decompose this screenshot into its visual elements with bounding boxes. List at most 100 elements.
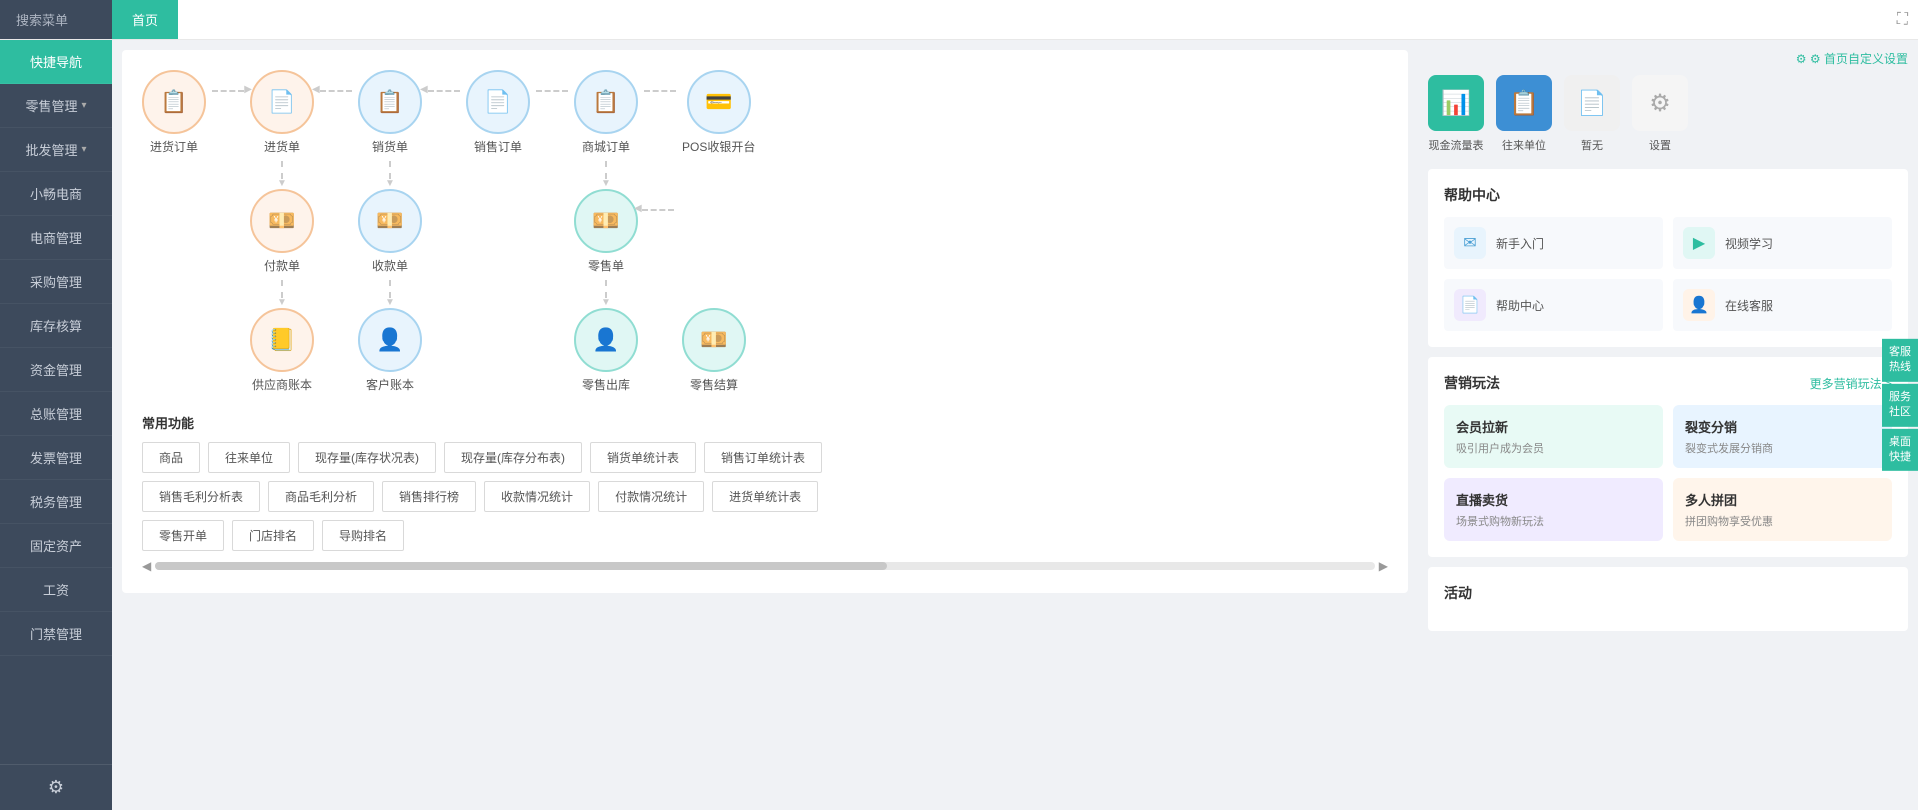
func-buttons-row2: 销售毛利分析表 商品毛利分析 销售排行榜 收款情况统计 付款情况统计 进货单统计… bbox=[142, 481, 1388, 512]
fullscreen-button[interactable]: ⛶ bbox=[1887, 11, 1918, 29]
cashflow-icon: 📊 bbox=[1428, 75, 1484, 131]
func-btn-contacts[interactable]: 往来单位 bbox=[208, 442, 290, 473]
sidebar-item-tax[interactable]: 税务管理 bbox=[0, 480, 112, 524]
help-item-beginner[interactable]: ✉ 新手入门 bbox=[1444, 217, 1663, 269]
empty-icon: 📄 bbox=[1564, 75, 1620, 131]
customize-header[interactable]: ⚙ ⚙ 首页自定义设置 bbox=[1428, 50, 1908, 67]
marketing-item-member[interactable]: 会员拉新 吸引用户成为会员 bbox=[1444, 405, 1663, 468]
func-buttons-row3: 零售开单 门店排名 导购排名 bbox=[142, 520, 1388, 551]
tab-home[interactable]: 首页 bbox=[112, 0, 178, 39]
sidebar-item-invoice[interactable]: 发票管理 bbox=[0, 436, 112, 480]
scroll-track[interactable] bbox=[155, 562, 1375, 570]
node-purchase-receipt[interactable]: 📄 bbox=[250, 70, 314, 134]
main-layout: 快捷导航 零售管理 ▾ 批发管理 ▾ 小畅电商 电商管理 采购管理 库存核算 资… bbox=[0, 40, 1918, 810]
scroll-right-btn[interactable]: ▶ bbox=[1379, 559, 1388, 573]
func-btn-goods[interactable]: 商品 bbox=[142, 442, 200, 473]
label-purchase-receipt: 进货单 bbox=[264, 138, 300, 155]
func-btn-receipt-stat[interactable]: 收款情况统计 bbox=[484, 481, 590, 512]
marketing-item-group[interactable]: 多人拼团 拼团购物享受优惠 bbox=[1673, 478, 1892, 541]
help-item-service[interactable]: 👤 在线客服 bbox=[1673, 279, 1892, 331]
quick-icon-contacts[interactable]: 📋 往来单位 bbox=[1496, 75, 1552, 153]
label-payment-in: 收款单 bbox=[372, 257, 408, 274]
func-btn-purchase-stat[interactable]: 进货单统计表 bbox=[712, 481, 818, 512]
func-btn-sales-order-stat[interactable]: 销售订单统计表 bbox=[704, 442, 822, 473]
sidebar-item-quicknav[interactable]: 快捷导航 bbox=[0, 40, 112, 84]
func-btn-stock1[interactable]: 现存量(库存状况表) bbox=[298, 442, 436, 473]
float-btn-desktop[interactable]: 桌面快捷 bbox=[1882, 428, 1918, 471]
node-sales-bill[interactable]: 📄 bbox=[466, 70, 530, 134]
node-pos[interactable]: 💳 bbox=[687, 70, 751, 134]
help-item-help[interactable]: 📄 帮助中心 bbox=[1444, 279, 1663, 331]
gear-icon: ⚙ bbox=[1796, 52, 1807, 66]
group-title: 多人拼团 bbox=[1685, 490, 1880, 509]
sidebar-item-assets[interactable]: 固定资产 bbox=[0, 524, 112, 568]
node-sales-order[interactable]: 📋 bbox=[358, 70, 422, 134]
settings-label: 设置 bbox=[1649, 137, 1671, 153]
sidebar-bottom: ⚙ bbox=[0, 764, 112, 810]
func-btn-store-rank[interactable]: 门店排名 bbox=[232, 520, 314, 551]
node-payment-in[interactable]: 💴 bbox=[358, 189, 422, 253]
search-menu[interactable]: 搜索菜单 bbox=[0, 0, 112, 39]
customize-label: ⚙ 首页自定义设置 bbox=[1810, 52, 1908, 66]
label-supplier-account: 供应商账本 bbox=[252, 376, 312, 393]
beginner-icon: ✉ bbox=[1454, 227, 1486, 259]
func-btn-profit-analysis[interactable]: 销售毛利分析表 bbox=[142, 481, 260, 512]
sidebar-item-ecommerce-small[interactable]: 小畅电商 bbox=[0, 172, 112, 216]
node-customer-account[interactable]: 👤 bbox=[358, 308, 422, 372]
node-payment-out[interactable]: 💴 bbox=[250, 189, 314, 253]
func-btn-sales-stat[interactable]: 销货单统计表 bbox=[590, 442, 696, 473]
service-label: 在线客服 bbox=[1725, 297, 1773, 314]
help-icon-doc: 📄 bbox=[1454, 289, 1486, 321]
node-purchase-order[interactable]: 📋 bbox=[142, 70, 206, 134]
quick-icon-settings[interactable]: ⚙ 设置 bbox=[1632, 75, 1688, 153]
label-pos: POS收银开台 bbox=[682, 138, 755, 155]
label-retail-settle: 零售结算 bbox=[690, 376, 738, 393]
func-btn-stock2[interactable]: 现存量(库存分布表) bbox=[444, 442, 582, 473]
marketing-item-fission[interactable]: 裂变分销 裂变式发展分销商 bbox=[1673, 405, 1892, 468]
float-buttons: 客服热线 服务社区 桌面快捷 bbox=[1882, 339, 1918, 471]
sidebar-item-salary[interactable]: 工资 bbox=[0, 568, 112, 612]
node-retail-order[interactable]: 💴 bbox=[574, 189, 638, 253]
func-btn-retail-order[interactable]: 零售开单 bbox=[142, 520, 224, 551]
marketing-title: 营销玩法 bbox=[1444, 373, 1500, 393]
quick-icons: 📊 现金流量表 📋 往来单位 📄 暂无 ⚙ 设置 bbox=[1428, 75, 1908, 153]
label-sales-order: 销货单 bbox=[372, 138, 408, 155]
label-purchase-order: 进货订单 bbox=[150, 138, 198, 155]
video-label: 视频学习 bbox=[1725, 235, 1773, 252]
sidebar-item-ledger[interactable]: 总账管理 bbox=[0, 392, 112, 436]
help-item-video[interactable]: ▶ 视频学习 bbox=[1673, 217, 1892, 269]
sidebar: 快捷导航 零售管理 ▾ 批发管理 ▾ 小畅电商 电商管理 采购管理 库存核算 资… bbox=[0, 40, 112, 810]
float-btn-service[interactable]: 客服热线 bbox=[1882, 339, 1918, 382]
more-marketing-link[interactable]: 更多营销玩法 > bbox=[1810, 375, 1892, 392]
sidebar-item-retail[interactable]: 零售管理 ▾ bbox=[0, 84, 112, 128]
func-btn-sales-rank[interactable]: 销售排行榜 bbox=[382, 481, 476, 512]
top-bar: 搜索菜单 首页 ⛶ bbox=[0, 0, 1918, 40]
sidebar-item-access[interactable]: 门禁管理 bbox=[0, 612, 112, 656]
sidebar-item-ecommerce[interactable]: 电商管理 bbox=[0, 216, 112, 260]
label-payment-out: 付款单 bbox=[264, 257, 300, 274]
node-retail-settle[interactable]: 💴 bbox=[682, 308, 746, 372]
scroll-left-btn[interactable]: ◀ bbox=[142, 559, 151, 573]
func-btn-payment-stat[interactable]: 付款情况统计 bbox=[598, 481, 704, 512]
sidebar-gear-icon[interactable]: ⚙ bbox=[0, 764, 112, 810]
help-center-title: 帮助中心 bbox=[1444, 185, 1892, 205]
member-title: 会员拉新 bbox=[1456, 417, 1651, 436]
func-btn-guide-rank[interactable]: 导购排名 bbox=[322, 520, 404, 551]
sidebar-item-inventory[interactable]: 库存核算 bbox=[0, 304, 112, 348]
func-btn-goods-profit[interactable]: 商品毛利分析 bbox=[268, 481, 374, 512]
help-center-card: 帮助中心 ✉ 新手入门 ▶ 视频学习 📄 帮助中心 👤 bbox=[1428, 169, 1908, 347]
marketing-item-live[interactable]: 直播卖货 场景式购物新玩法 bbox=[1444, 478, 1663, 541]
quick-icon-empty[interactable]: 📄 暂无 bbox=[1564, 75, 1620, 153]
node-mall-order[interactable]: 📋 bbox=[574, 70, 638, 134]
float-btn-community[interactable]: 服务社区 bbox=[1882, 384, 1918, 427]
beginner-label: 新手入门 bbox=[1496, 235, 1544, 252]
node-supplier-account[interactable]: 📒 bbox=[250, 308, 314, 372]
sidebar-item-wholesale[interactable]: 批发管理 ▾ bbox=[0, 128, 112, 172]
quick-icon-cashflow[interactable]: 📊 现金流量表 bbox=[1428, 75, 1484, 153]
sidebar-item-purchase[interactable]: 采购管理 bbox=[0, 260, 112, 304]
member-desc: 吸引用户成为会员 bbox=[1456, 440, 1651, 456]
fission-title: 裂变分销 bbox=[1685, 417, 1880, 436]
node-retail-out[interactable]: 👤 bbox=[574, 308, 638, 372]
sidebar-item-finance[interactable]: 资金管理 bbox=[0, 348, 112, 392]
group-desc: 拼团购物享受优惠 bbox=[1685, 513, 1880, 529]
